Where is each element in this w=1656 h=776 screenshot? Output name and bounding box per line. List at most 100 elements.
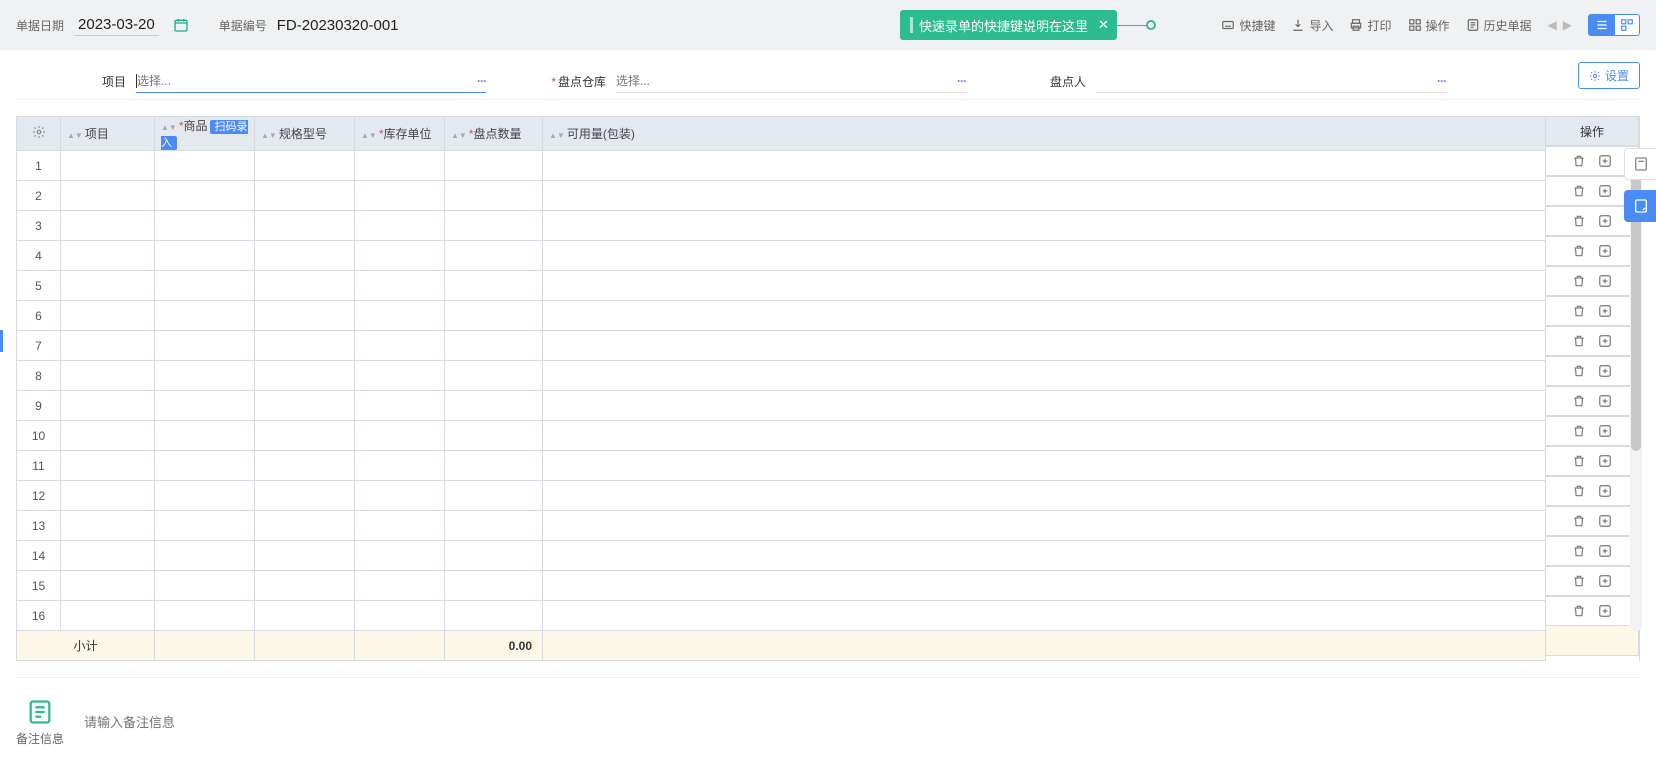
project-select[interactable]: ··· bbox=[136, 70, 486, 93]
table-row[interactable]: 12 bbox=[17, 481, 1546, 511]
add-icon[interactable] bbox=[1598, 364, 1612, 378]
remarks-section: 备注信息 bbox=[16, 677, 1640, 747]
vertical-scrollbar[interactable] bbox=[1630, 151, 1642, 631]
table-row[interactable]: 13 bbox=[17, 511, 1546, 541]
table-row[interactable]: 1 bbox=[17, 151, 1546, 181]
delete-icon[interactable] bbox=[1572, 154, 1586, 168]
delete-icon[interactable] bbox=[1572, 214, 1586, 228]
more-icon[interactable]: ··· bbox=[1437, 74, 1446, 88]
delete-icon[interactable] bbox=[1572, 424, 1586, 438]
add-icon[interactable] bbox=[1598, 304, 1612, 318]
next-icon[interactable]: ▶ bbox=[1563, 18, 1572, 32]
history-button[interactable]: 历史单据 bbox=[1466, 17, 1532, 34]
warehouse-select[interactable]: ··· bbox=[616, 70, 966, 93]
add-icon[interactable] bbox=[1598, 244, 1612, 258]
row-ops bbox=[1546, 596, 1639, 626]
table-row[interactable]: 2 bbox=[17, 181, 1546, 211]
delete-icon[interactable] bbox=[1572, 274, 1586, 288]
row-ops bbox=[1546, 296, 1639, 326]
left-indicator bbox=[0, 330, 3, 352]
row-ops bbox=[1546, 236, 1639, 266]
person-input[interactable] bbox=[1096, 74, 1446, 88]
table-row[interactable]: 10 bbox=[17, 421, 1546, 451]
table-row[interactable]: 8 bbox=[17, 361, 1546, 391]
remarks-input[interactable] bbox=[84, 709, 1640, 736]
col-product[interactable]: ▲▼*商品扫码录入 bbox=[155, 117, 255, 151]
delete-icon[interactable] bbox=[1572, 574, 1586, 588]
add-icon[interactable] bbox=[1598, 274, 1612, 288]
row-ops bbox=[1546, 446, 1639, 476]
date-value[interactable]: 2023-03-20 bbox=[74, 14, 159, 36]
row-ops bbox=[1546, 386, 1639, 416]
remarks-label: 备注信息 bbox=[16, 730, 64, 747]
row-ops bbox=[1546, 566, 1639, 596]
table-row[interactable]: 16 bbox=[17, 601, 1546, 631]
import-button[interactable]: 导入 bbox=[1291, 17, 1333, 34]
gear-icon[interactable] bbox=[17, 117, 61, 151]
col-unit[interactable]: ▲▼*库存单位 bbox=[355, 117, 445, 151]
col-qty[interactable]: ▲▼*盘点数量 bbox=[445, 117, 543, 151]
side-tab-1[interactable] bbox=[1624, 148, 1656, 180]
add-icon[interactable] bbox=[1598, 604, 1612, 618]
add-icon[interactable] bbox=[1598, 454, 1612, 468]
add-icon[interactable] bbox=[1598, 574, 1612, 588]
add-icon[interactable] bbox=[1598, 514, 1612, 528]
table-row[interactable]: 14 bbox=[17, 541, 1546, 571]
delete-icon[interactable] bbox=[1572, 604, 1586, 618]
operate-button[interactable]: 操作 bbox=[1408, 17, 1450, 34]
print-button[interactable]: 打印 bbox=[1349, 17, 1391, 34]
add-icon[interactable] bbox=[1598, 424, 1612, 438]
table-row[interactable]: 9 bbox=[17, 391, 1546, 421]
col-spec[interactable]: ▲▼规格型号 bbox=[255, 117, 355, 151]
delete-icon[interactable] bbox=[1572, 334, 1586, 348]
close-icon[interactable]: ✕ bbox=[1098, 17, 1109, 33]
shortcut-button[interactable]: 快捷键 bbox=[1221, 17, 1275, 34]
add-icon[interactable] bbox=[1598, 154, 1612, 168]
person-select[interactable]: ··· bbox=[1096, 70, 1446, 93]
delete-icon[interactable] bbox=[1572, 544, 1586, 558]
add-icon[interactable] bbox=[1598, 484, 1612, 498]
table-row[interactable]: 3 bbox=[17, 211, 1546, 241]
add-icon[interactable] bbox=[1598, 334, 1612, 348]
delete-icon[interactable] bbox=[1572, 454, 1586, 468]
hint-text: 快速录单的快捷键说明在这里 bbox=[919, 16, 1088, 35]
table-row[interactable]: 11 bbox=[17, 451, 1546, 481]
add-icon[interactable] bbox=[1598, 544, 1612, 558]
row-ops bbox=[1546, 476, 1639, 506]
view-list-button[interactable] bbox=[1588, 14, 1614, 36]
delete-icon[interactable] bbox=[1572, 514, 1586, 528]
delete-icon[interactable] bbox=[1572, 394, 1586, 408]
warehouse-input[interactable] bbox=[616, 74, 966, 88]
table-row[interactable]: 7 bbox=[17, 331, 1546, 361]
hint-banner: 快速录单的快捷键说明在这里 ✕ bbox=[900, 10, 1117, 40]
add-icon[interactable] bbox=[1598, 184, 1612, 198]
table-row[interactable]: 5 bbox=[17, 271, 1546, 301]
row-ops bbox=[1546, 266, 1639, 296]
add-icon[interactable] bbox=[1598, 394, 1612, 408]
col-op: 操作 bbox=[1546, 116, 1639, 146]
settings-button[interactable]: 设置 bbox=[1578, 62, 1640, 89]
hint-dot bbox=[1146, 20, 1156, 30]
subtotal-row: 小计 0.00 bbox=[17, 631, 1546, 661]
delete-icon[interactable] bbox=[1572, 184, 1586, 198]
delete-icon[interactable] bbox=[1572, 484, 1586, 498]
delete-icon[interactable] bbox=[1572, 364, 1586, 378]
table-row[interactable]: 4 bbox=[17, 241, 1546, 271]
more-icon[interactable]: ··· bbox=[477, 74, 486, 88]
view-grid-button[interactable] bbox=[1614, 14, 1640, 36]
notes-icon bbox=[26, 698, 54, 726]
data-table: ▲▼项目 ▲▼*商品扫码录入 ▲▼规格型号 ▲▼*库存单位 ▲▼*盘点数量 ▲▼… bbox=[16, 116, 1640, 661]
delete-icon[interactable] bbox=[1572, 244, 1586, 258]
more-icon[interactable]: ··· bbox=[957, 74, 966, 88]
side-tab-2[interactable] bbox=[1624, 190, 1656, 222]
table-row[interactable]: 6 bbox=[17, 301, 1546, 331]
col-avail[interactable]: ▲▼可用量(包装) bbox=[543, 117, 1546, 151]
calendar-icon[interactable] bbox=[173, 17, 189, 33]
row-ops bbox=[1546, 416, 1639, 446]
table-row[interactable]: 15 bbox=[17, 571, 1546, 601]
col-project[interactable]: ▲▼项目 bbox=[61, 117, 155, 151]
prev-icon[interactable]: ◀ bbox=[1548, 18, 1557, 32]
project-input[interactable] bbox=[137, 74, 486, 88]
delete-icon[interactable] bbox=[1572, 304, 1586, 318]
add-icon[interactable] bbox=[1598, 214, 1612, 228]
